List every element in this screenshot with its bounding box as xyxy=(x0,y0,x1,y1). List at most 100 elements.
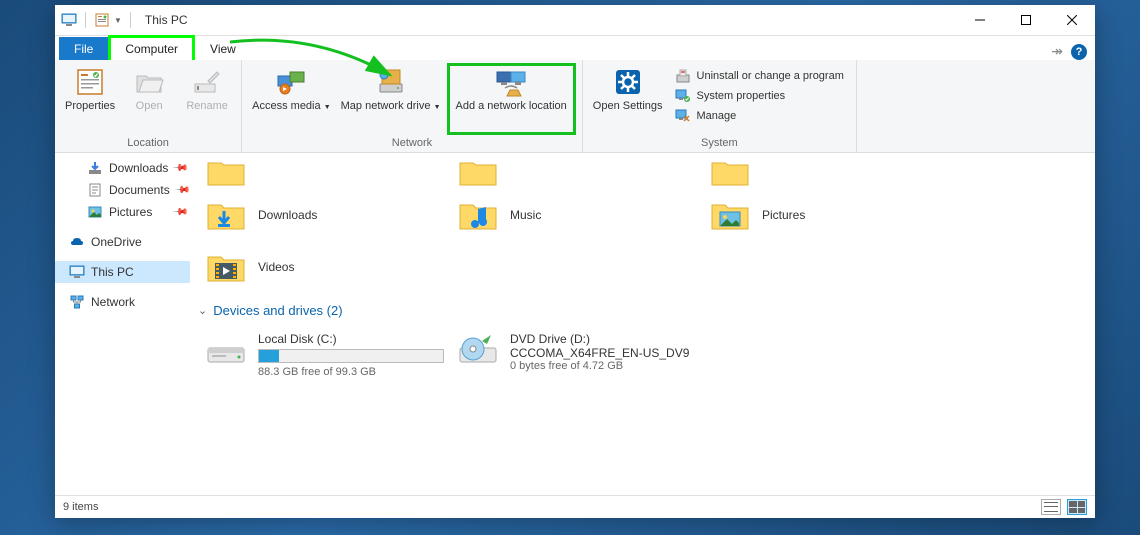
map-drive-icon xyxy=(375,66,407,98)
manage-icon xyxy=(675,108,691,124)
uninstall-label: Uninstall or change a program xyxy=(697,70,844,82)
tab-computer[interactable]: Computer xyxy=(108,35,195,60)
folder-icon xyxy=(708,155,752,187)
rename-button: Rename xyxy=(179,63,235,135)
drive-d-label2: CCCOMA_X64FRE_EN-US_DV9 xyxy=(510,346,696,360)
view-details-button[interactable] xyxy=(1041,499,1061,515)
drive-d-name: DVD Drive (D:) xyxy=(510,332,696,346)
folder-pictures[interactable]: Pictures xyxy=(702,191,954,239)
drive-c-free: 88.3 GB free of 99.3 GB xyxy=(258,366,444,378)
downloads-icon xyxy=(87,160,103,176)
ribbon-body: Properties Open Rename Location Access m… xyxy=(55,60,1095,153)
maximize-button[interactable] xyxy=(1003,5,1049,35)
properties-button[interactable]: Properties xyxy=(61,63,119,135)
drive-c-usage-bar xyxy=(258,349,444,363)
system-properties-icon xyxy=(675,88,691,104)
drive-d[interactable]: DVD Drive (D:) CCCOMA_X64FRE_EN-US_DV9 0… xyxy=(450,326,702,384)
nav-documents[interactable]: Documents 📌 xyxy=(55,179,190,201)
pin-icon: 📌 xyxy=(174,182,190,199)
drive-c-name: Local Disk (C:) xyxy=(258,332,444,346)
folder-videos-label: Videos xyxy=(258,260,294,274)
minimize-ribbon-icon[interactable]: ↠ xyxy=(1051,43,1063,60)
group-caption-location: Location xyxy=(127,135,169,152)
access-media-label: Access media ▼ xyxy=(252,100,330,114)
qat-dropdown-icon[interactable]: ▼ xyxy=(114,16,122,25)
system-properties-label: System properties xyxy=(697,90,786,102)
nav-network[interactable]: Network xyxy=(55,291,190,313)
separator xyxy=(130,12,131,28)
ribbon-group-network: Access media ▼ Map network drive ▼ Add a… xyxy=(242,60,583,152)
title-bar: ▼ This PC xyxy=(55,5,1095,36)
nav-onedrive[interactable]: OneDrive xyxy=(55,231,190,253)
pin-icon: 📌 xyxy=(172,160,189,177)
minimize-button[interactable] xyxy=(957,5,1003,35)
folder-downloads-label: Downloads xyxy=(258,208,317,222)
folder-partial-top[interactable] xyxy=(702,155,954,187)
uninstall-link[interactable]: Uninstall or change a program xyxy=(673,67,846,85)
nav-downloads-label: Downloads xyxy=(109,161,168,175)
group-caption-system: System xyxy=(701,135,738,152)
folder-pictures-label: Pictures xyxy=(762,208,805,222)
nav-onedrive-label: OneDrive xyxy=(91,235,142,249)
settings-gear-icon xyxy=(612,66,644,98)
status-bar: 9 items xyxy=(55,495,1095,518)
folder-music[interactable]: Music xyxy=(450,191,702,239)
nav-documents-label: Documents xyxy=(109,183,170,197)
open-folder-icon xyxy=(133,66,165,98)
explorer-window: ▼ This PC File Computer View ↠ ? Propert… xyxy=(55,5,1095,518)
nav-this-pc[interactable]: This PC xyxy=(55,261,190,283)
system-properties-link[interactable]: System properties xyxy=(673,87,846,105)
nav-downloads[interactable]: Downloads 📌 xyxy=(55,157,190,179)
map-drive-button[interactable]: Map network drive ▼ xyxy=(337,63,445,135)
manage-link[interactable]: Manage xyxy=(673,107,846,125)
network-location-icon xyxy=(495,66,527,98)
separator xyxy=(85,12,86,28)
rename-label: Rename xyxy=(186,100,228,113)
nav-pictures-label: Pictures xyxy=(109,205,152,219)
open-label: Open xyxy=(136,100,163,113)
folder-partial-top[interactable] xyxy=(198,155,450,187)
map-drive-label: Map network drive ▼ xyxy=(341,100,441,114)
dvd-drive-icon xyxy=(456,332,500,368)
nav-pictures[interactable]: Pictures 📌 xyxy=(55,201,190,223)
music-folder-icon xyxy=(456,197,500,233)
properties-label: Properties xyxy=(65,100,115,113)
view-tiles-button[interactable] xyxy=(1067,499,1087,515)
folder-partial-top[interactable] xyxy=(450,155,702,187)
tab-file[interactable]: File xyxy=(59,37,108,60)
open-settings-button[interactable]: Open Settings xyxy=(589,63,667,135)
folder-downloads[interactable]: Downloads xyxy=(198,191,450,239)
manage-label: Manage xyxy=(697,110,737,122)
documents-icon xyxy=(87,182,103,198)
hdd-icon xyxy=(204,332,248,368)
folder-music-label: Music xyxy=(510,208,541,222)
folder-videos[interactable]: Videos xyxy=(198,243,450,291)
close-button[interactable] xyxy=(1049,5,1095,35)
this-pc-icon xyxy=(69,264,85,280)
folder-icon xyxy=(204,155,248,187)
rename-icon xyxy=(191,66,223,98)
pictures-folder-icon xyxy=(708,197,752,233)
folder-icon xyxy=(456,155,500,187)
status-item-count: 9 items xyxy=(63,501,98,513)
ribbon-group-location: Properties Open Rename Location xyxy=(55,60,242,152)
media-icon xyxy=(275,66,307,98)
content-pane: Downloads Music Pictures Videos Devices … xyxy=(190,153,1095,495)
help-icon[interactable]: ? xyxy=(1071,44,1087,60)
properties-icon xyxy=(74,66,106,98)
properties-qat-icon[interactable] xyxy=(94,12,110,28)
add-network-location-button[interactable]: Add a network location xyxy=(447,63,576,135)
section-devices-drives[interactable]: Devices and drives (2) xyxy=(198,303,1087,318)
window-title: This PC xyxy=(145,13,188,27)
pin-icon: 📌 xyxy=(171,204,188,221)
onedrive-icon xyxy=(69,234,85,250)
drive-c[interactable]: Local Disk (C:) 88.3 GB free of 99.3 GB xyxy=(198,326,450,384)
nav-network-label: Network xyxy=(91,295,135,309)
network-icon xyxy=(69,294,85,310)
drive-d-free: 0 bytes free of 4.72 GB xyxy=(510,360,696,372)
tab-view[interactable]: View xyxy=(195,37,251,60)
access-media-button[interactable]: Access media ▼ xyxy=(248,63,334,135)
pictures-icon xyxy=(87,204,103,220)
videos-folder-icon xyxy=(204,249,248,285)
downloads-folder-icon xyxy=(204,197,248,233)
